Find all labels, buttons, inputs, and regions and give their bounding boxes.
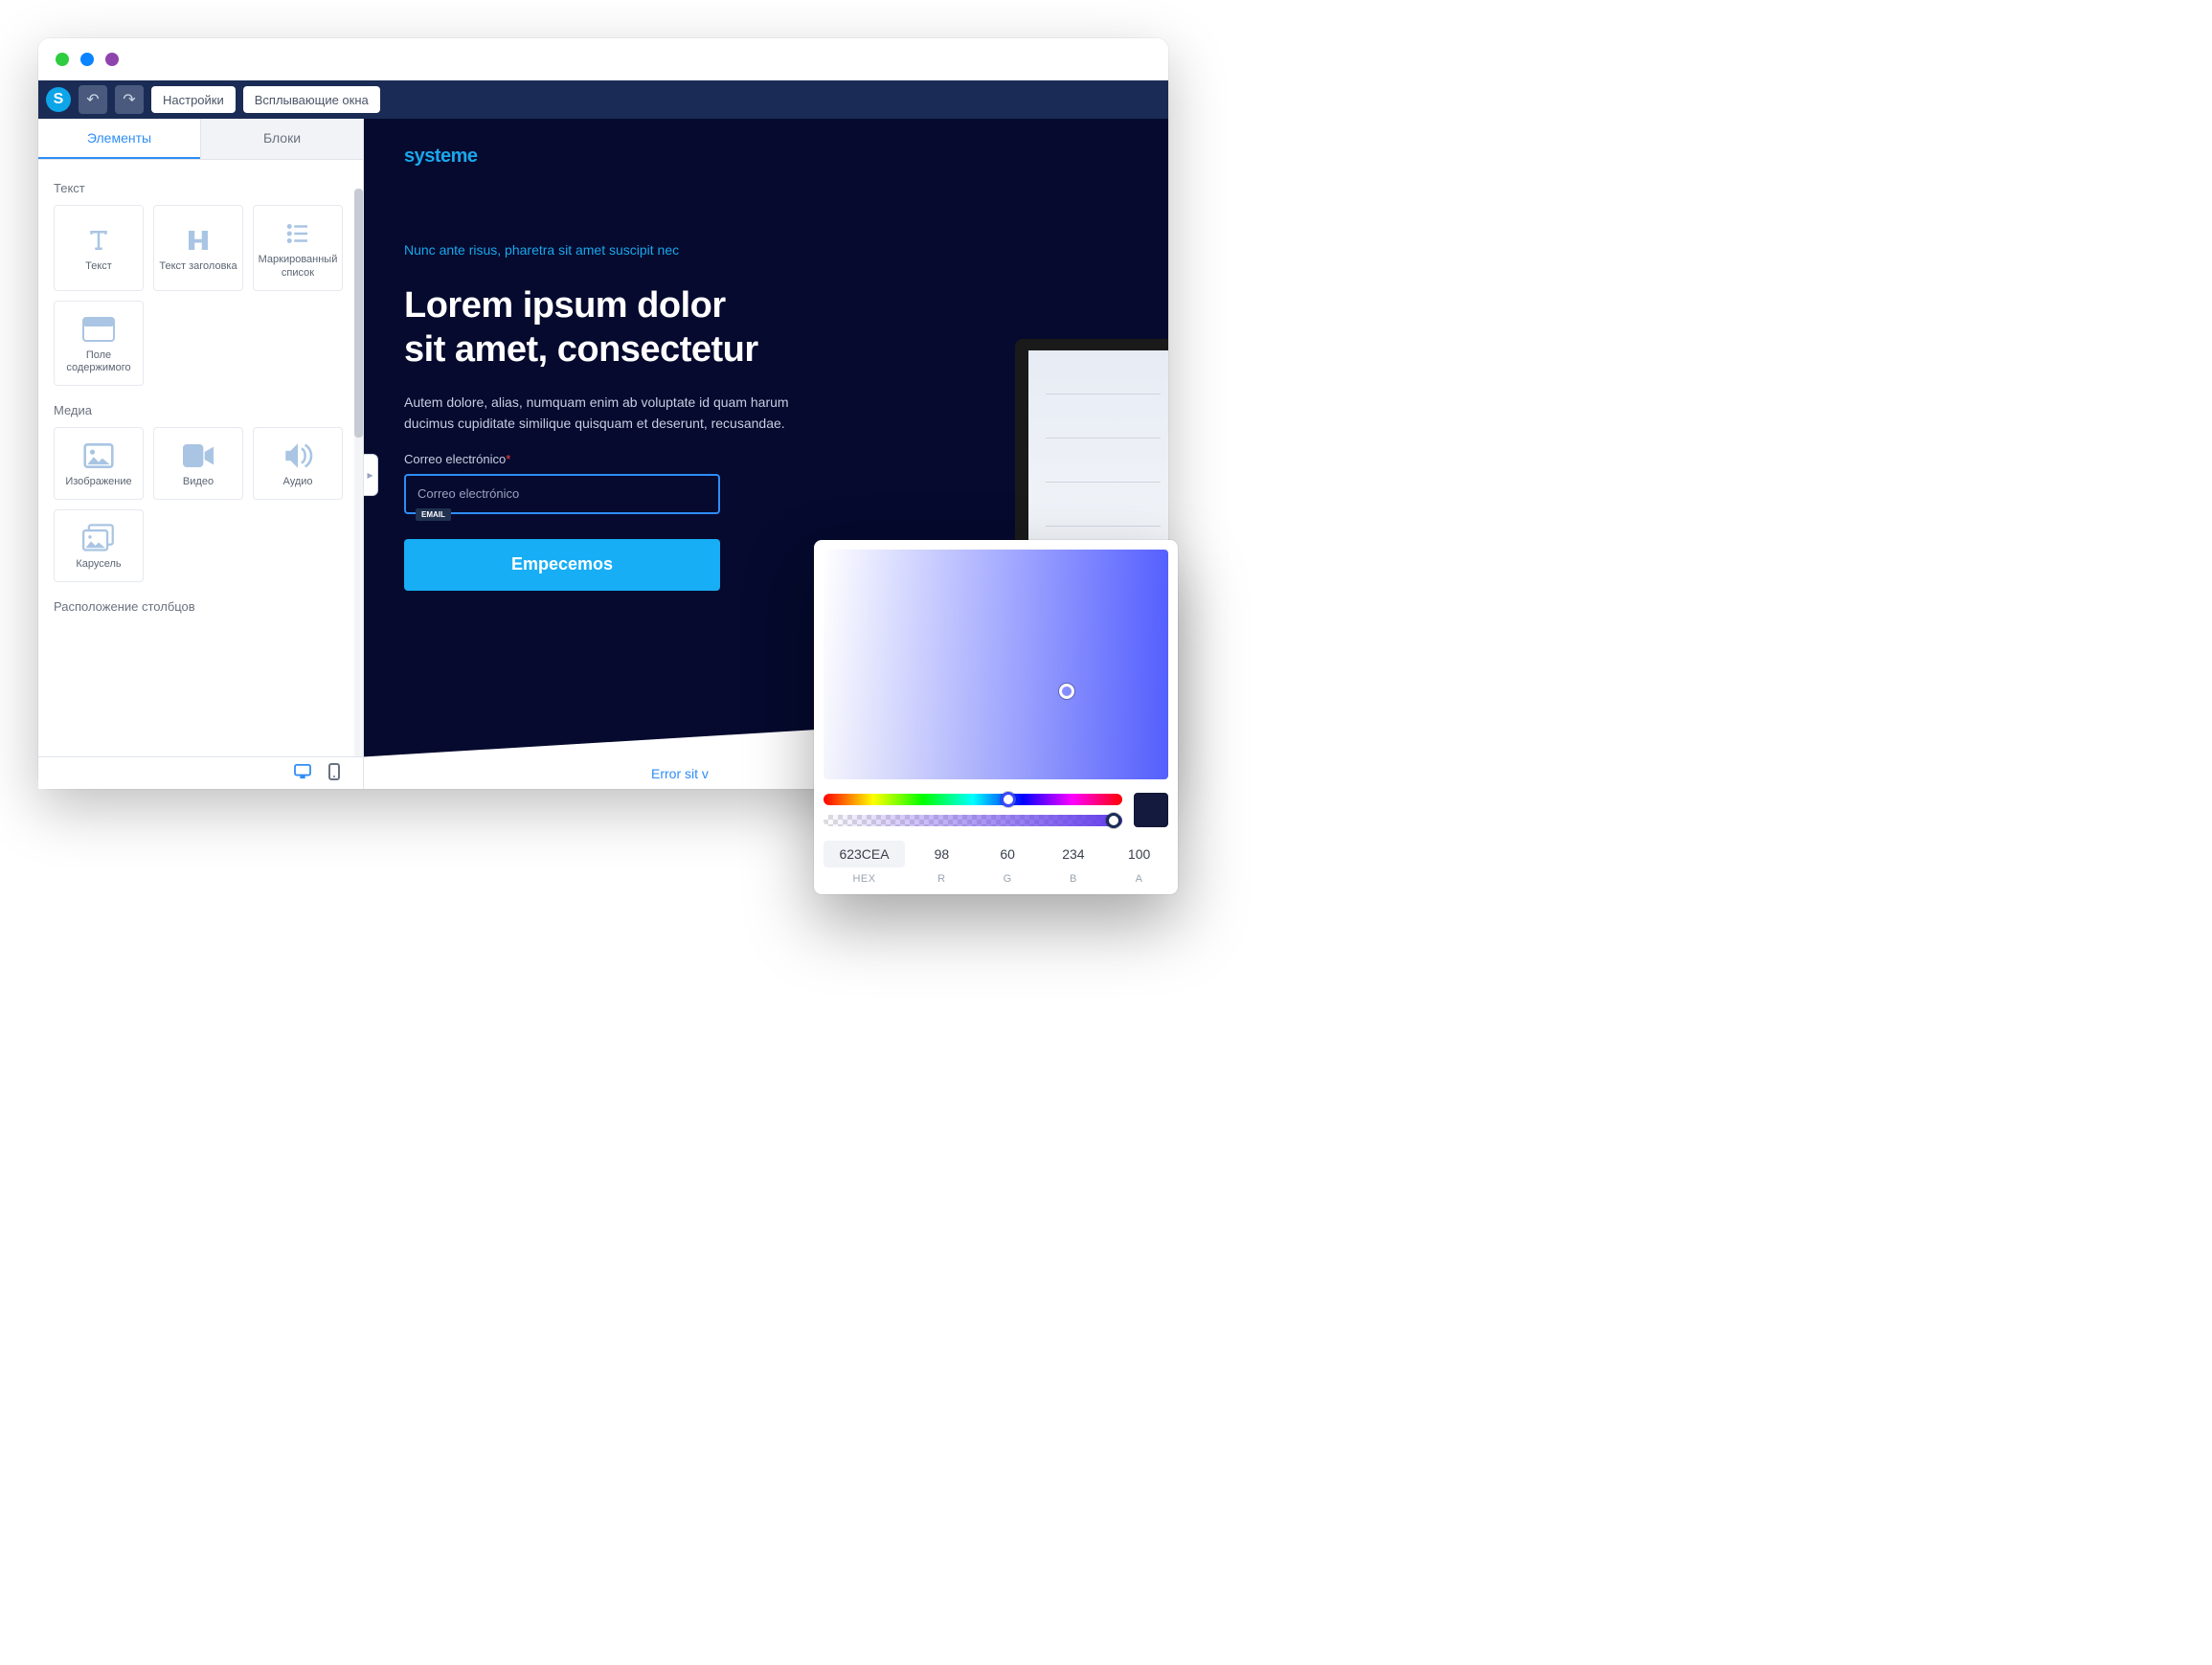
bullets-icon (283, 217, 312, 250)
settings-button[interactable]: Настройки (151, 86, 236, 113)
brand-logo: systeme (364, 119, 1168, 168)
scrollbar-thumb[interactable] (354, 189, 363, 438)
email-type-badge: EMAIL (416, 508, 451, 521)
b-input[interactable]: 234 (1045, 841, 1103, 867)
hero-headline-line2: sit amet, consectetur (404, 328, 862, 372)
undo-button[interactable]: ↶ (79, 85, 107, 114)
cta-button[interactable]: Empecemos (404, 539, 720, 591)
undo-icon: ↶ (86, 90, 99, 109)
element-heading-label: Текст заголовка (159, 260, 237, 274)
hero-eyebrow: Nunc ante risus, pharetra sit amet susci… (404, 242, 862, 258)
r-input[interactable]: 98 (913, 841, 971, 867)
required-asterisk: * (506, 452, 510, 466)
section-columns-label: Расположение столбцов (54, 599, 348, 614)
desktop-view-icon[interactable] (294, 764, 311, 782)
element-carousel[interactable]: Карусель (54, 509, 144, 582)
email-placeholder: Correo electrónico (418, 486, 519, 501)
element-bullets-label: Маркированный список (258, 254, 338, 281)
window-titlebar (38, 38, 1168, 80)
tab-blocks[interactable]: Блоки (200, 119, 363, 159)
redo-icon: ↷ (123, 90, 135, 109)
traffic-green-icon[interactable] (56, 53, 69, 66)
alpha-thumb[interactable] (1106, 813, 1121, 828)
a-input[interactable]: 100 (1110, 841, 1168, 867)
redo-button[interactable]: ↷ (115, 85, 144, 114)
g-label: G (979, 873, 1037, 885)
sidebar-tabs: Элементы Блоки (38, 119, 363, 160)
color-picker[interactable]: 623CEA HEX 98 R 60 G 234 B 100 A (814, 540, 1178, 894)
viewport-toggle (38, 756, 363, 789)
b-label: B (1045, 873, 1103, 885)
app-window: S ↶ ↷ Настройки Всплывающие окна Элемент… (38, 38, 1168, 789)
elements-panel: Текст Текст Текст заголовка (38, 160, 363, 756)
alpha-slider[interactable] (824, 815, 1122, 826)
element-video-label: Видео (183, 476, 214, 489)
hex-label: HEX (824, 873, 905, 885)
section-text-label: Текст (54, 181, 348, 195)
sidebar-collapse-handle[interactable]: ▸ (364, 454, 378, 496)
text-icon (84, 224, 113, 257)
video-icon (183, 439, 214, 472)
element-content-field[interactable]: Поле содержимого (54, 301, 144, 387)
email-input[interactable]: Correo electrónico EMAIL (404, 474, 720, 514)
element-audio-label: Аудио (282, 476, 312, 489)
color-values: 623CEA HEX 98 R 60 G 234 B 100 A (824, 841, 1168, 885)
section-media-label: Медиа (54, 403, 348, 417)
element-carousel-label: Карусель (76, 558, 121, 572)
hue-slider[interactable] (824, 794, 1122, 805)
hero-headline: Lorem ipsum dolor sit amet, consectetur (404, 284, 862, 371)
hero-section: Nunc ante risus, pharetra sit amet susci… (364, 168, 862, 591)
hero-headline-line1: Lorem ipsum dolor (404, 284, 862, 328)
element-video[interactable]: Видео (153, 427, 243, 500)
sv-cursor[interactable] (1059, 684, 1074, 699)
tab-elements[interactable]: Элементы (38, 119, 200, 159)
element-content-field-label: Поле содержимого (58, 349, 139, 376)
mobile-view-icon[interactable] (328, 763, 340, 783)
traffic-lights (56, 53, 119, 66)
content-field-icon (82, 313, 115, 346)
email-label-text: Correo electrónico (404, 452, 506, 466)
r-label: R (913, 873, 971, 885)
g-input[interactable]: 60 (979, 841, 1037, 867)
carousel-icon (82, 522, 115, 554)
traffic-blue-icon[interactable] (80, 53, 94, 66)
hero-paragraph: Autem dolore, alias, numquam enim ab vol… (404, 393, 806, 434)
audio-icon (282, 439, 313, 472)
element-audio[interactable]: Аудио (253, 427, 343, 500)
sidebar: Элементы Блоки Текст Текст (38, 119, 364, 789)
element-image[interactable]: Изображение (54, 427, 144, 500)
truncated-link[interactable]: Error sit v (651, 766, 709, 781)
hue-thumb[interactable] (1001, 792, 1016, 807)
app-logo-icon[interactable]: S (46, 87, 71, 112)
email-field-label: Correo electrónico* (404, 452, 862, 466)
popups-button[interactable]: Всплывающие окна (243, 86, 380, 113)
chevron-right-icon: ▸ (367, 468, 372, 482)
current-color-swatch (1134, 793, 1168, 827)
a-label: A (1110, 873, 1168, 885)
traffic-purple-icon[interactable] (105, 53, 119, 66)
hex-input[interactable]: 623CEA (824, 841, 905, 867)
image-icon (83, 439, 114, 472)
app-toolbar: S ↶ ↷ Настройки Всплывающие окна (38, 80, 1168, 119)
element-text[interactable]: Текст (54, 205, 144, 291)
element-heading[interactable]: Текст заголовка (153, 205, 243, 291)
element-text-label: Текст (85, 260, 112, 274)
element-image-label: Изображение (65, 476, 131, 489)
element-bullets[interactable]: Маркированный список (253, 205, 343, 291)
heading-icon (184, 224, 213, 257)
saturation-value-area[interactable] (824, 550, 1168, 779)
